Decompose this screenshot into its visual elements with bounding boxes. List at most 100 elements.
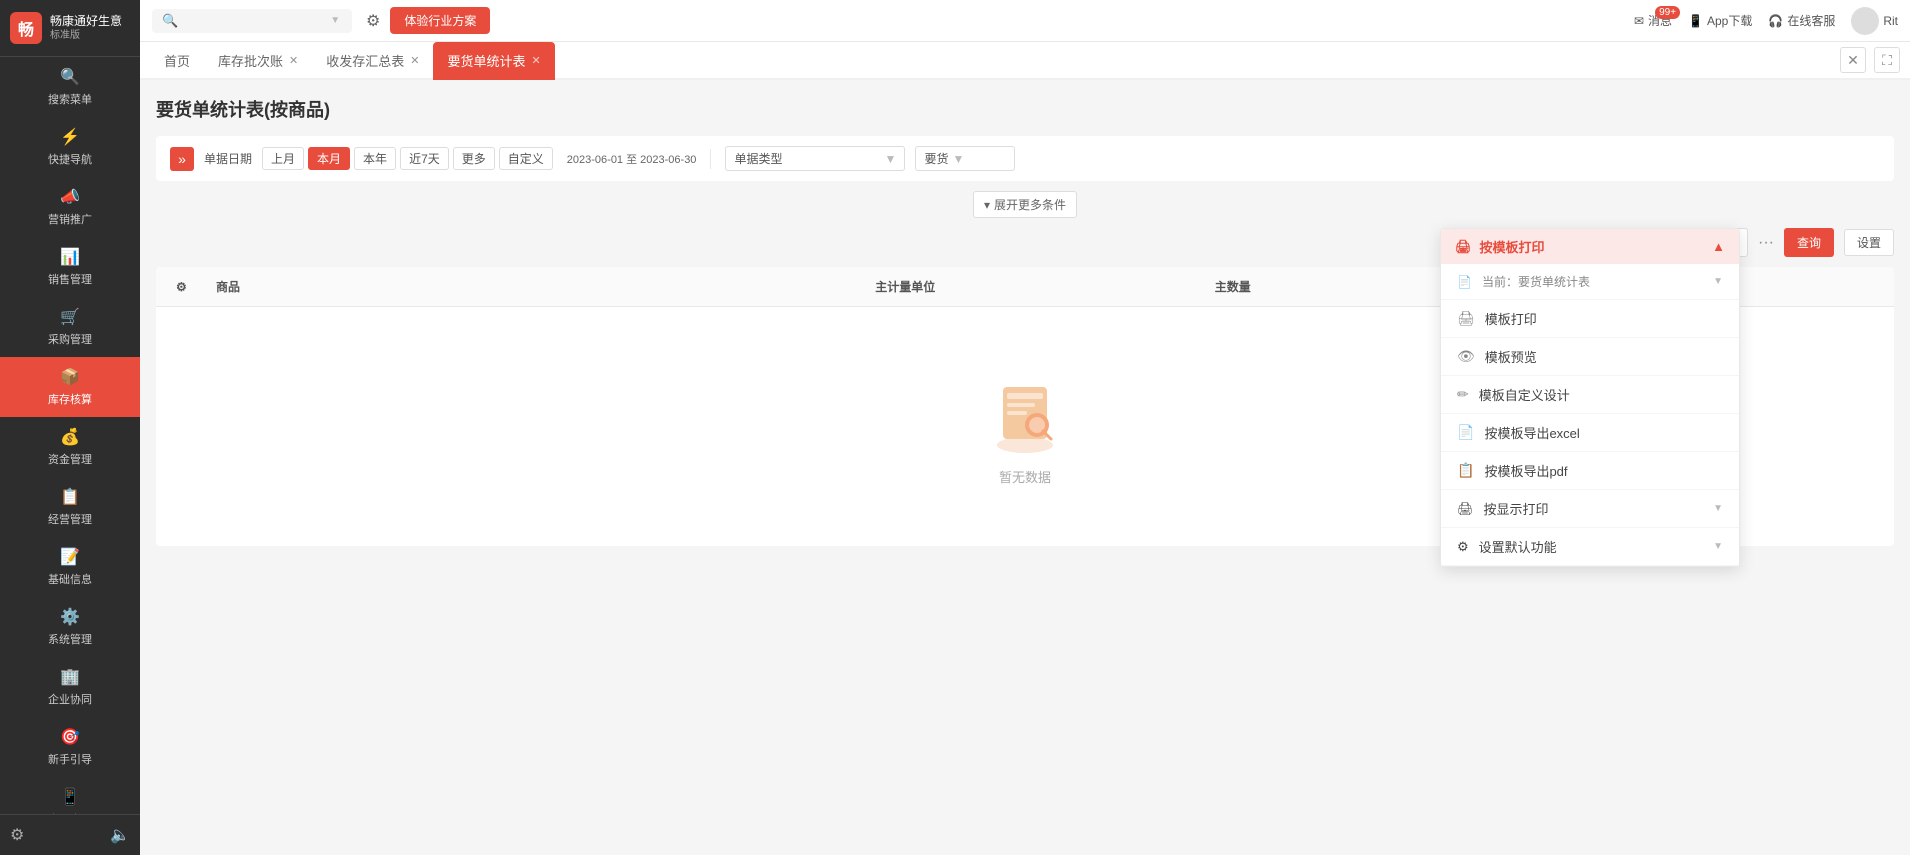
tab-receipt-summary-label: 收发存汇总表 [326, 51, 404, 70]
dropdown-item-template-print[interactable]: 🖨 模板打印 [1441, 300, 1739, 338]
sidebar-item-finance[interactable]: 💰 资金管理 [0, 417, 140, 477]
close-receipt-summary-icon[interactable]: ✕ [410, 54, 419, 67]
tab-receipt-summary[interactable]: 收发存汇总表 ✕ [312, 42, 433, 80]
sidebar-item-label: 营销推广 [48, 211, 92, 227]
online-support-item[interactable]: 🎧 在线客服 [1768, 12, 1835, 29]
gear-icon[interactable]: ⚙ [366, 11, 380, 31]
logo-icon: 畅 [10, 12, 42, 44]
sidebar-item-enterprise[interactable]: 🏢 企业协同 [0, 657, 140, 717]
sidebar-item-quick-nav[interactable]: ⚡ 快捷导航 [0, 117, 140, 177]
tab-home[interactable]: 首页 [150, 42, 204, 80]
sidebar: 畅 畅康通好生意 标准版 🔍 搜索菜单 ⚡ 快捷导航 📣 营销推广 📊 销售管理… [0, 0, 140, 855]
dropdown-item-template-preview[interactable]: 👁 模板预览 [1441, 338, 1739, 376]
support-icon: 🎧 [1768, 14, 1783, 28]
sidebar-item-purchase[interactable]: 🛒 采购管理 [0, 297, 140, 357]
print-dropdown: 🖨 按模板打印 ▲ 📄 当前：要货单统计表 ▼ 🖨 模板打印 👁 [1440, 228, 1740, 567]
date-btn-group: 上月 本月 本年 近7天 更多 自定义 [262, 147, 553, 170]
expand-more-button[interactable]: ▾ 展开更多条件 [973, 191, 1077, 218]
sound-footer-icon[interactable]: 🔈 [110, 825, 130, 845]
app-center-icon: 📱 [60, 787, 80, 807]
yaohuodian-icon: ▼ [952, 152, 964, 166]
dropdown-item-export-pdf[interactable]: 📋 按模板导出pdf [1441, 452, 1739, 490]
sidebar-item-label: 经营管理 [48, 511, 92, 527]
sidebar-item-label: 应用中心 [48, 811, 92, 814]
close-order-stats-icon[interactable]: ✕ [532, 54, 541, 67]
expand-more-chevron-icon: ▾ [984, 198, 990, 212]
sales-icon: 📊 [60, 247, 80, 267]
sidebar-item-sales[interactable]: 📊 销售管理 [0, 237, 140, 297]
trial-button[interactable]: 体验行业方案 [390, 7, 490, 34]
search-input[interactable] [184, 14, 324, 28]
sidebar-footer: ⚙ 🔈 [0, 814, 140, 855]
page-content: 要货单统计表(按商品) » 单据日期 上月 本月 本年 近7天 更多 自定义 2… [140, 80, 1910, 855]
yaohuodian-filter[interactable]: 要货 ▼ [915, 146, 1015, 171]
toolbar-more-icon[interactable]: ··· [1758, 234, 1774, 252]
template-custom-icon: ✏ [1457, 386, 1469, 403]
user-item[interactable]: Rit [1851, 7, 1898, 35]
dropdown-header-left: 🖨 按模板打印 [1455, 237, 1545, 256]
app-download-label: App下载 [1707, 12, 1752, 29]
topbar-right: ✉ 消息 99+ 📱 App下载 🎧 在线客服 Rit [1634, 7, 1898, 35]
export-excel-label: 按模板导出excel [1484, 423, 1579, 442]
dropdown-item-export-excel[interactable]: 📄 按模板导出excel [1441, 414, 1739, 452]
sidebar-item-operations[interactable]: 📋 经营管理 [0, 477, 140, 537]
tab-close-all-btn[interactable]: ✕ [1840, 47, 1866, 73]
filter-expand-icon[interactable]: » [170, 147, 194, 171]
sidebar-item-label: 资金管理 [48, 451, 92, 467]
template-print-label: 模板打印 [1485, 309, 1537, 328]
tab-fullscreen-btn[interactable]: ⛶ [1874, 47, 1900, 73]
order-type-select[interactable]: 单据类型 ▼ [725, 146, 905, 171]
dropdown-item-display-print[interactable]: 🖨 按显示打印 ▼ [1441, 490, 1739, 528]
date-btn-more[interactable]: 更多 [453, 147, 495, 170]
sidebar-item-beginner[interactable]: 🎯 新手引导 [0, 717, 140, 777]
topbar-search-area[interactable]: 🔍 ▼ [152, 9, 352, 33]
yaohuodian-label: 要货 [924, 150, 948, 167]
col-gear[interactable]: ⚙ [166, 280, 206, 294]
messages-item[interactable]: ✉ 消息 99+ [1634, 12, 1672, 29]
tab-inventory-batch[interactable]: 库存批次账 ✕ [204, 42, 312, 80]
avatar [1851, 7, 1879, 35]
sidebar-item-basic-info[interactable]: 📝 基础信息 [0, 537, 140, 597]
system-icon: ⚙️ [60, 607, 80, 627]
sidebar-item-label: 快捷导航 [48, 151, 92, 167]
settings-footer-icon[interactable]: ⚙ [10, 825, 24, 845]
tab-home-label: 首页 [164, 51, 190, 70]
empty-illustration [975, 367, 1075, 467]
sidebar-item-label: 基础信息 [48, 571, 92, 587]
sidebar-item-system[interactable]: ⚙️ 系统管理 [0, 597, 140, 657]
sidebar-item-search-menu[interactable]: 🔍 搜索菜单 [0, 57, 140, 117]
dropdown-item-set-default[interactable]: ⚙ 设置默认功能 ▼ [1441, 528, 1739, 566]
sidebar-item-inventory[interactable]: 📦 库存核算 [0, 357, 140, 417]
operations-icon: 📋 [60, 487, 80, 507]
dropdown-current-template[interactable]: 📄 当前：要货单统计表 ▼ [1441, 264, 1739, 300]
template-preview-icon: 👁 [1457, 348, 1475, 365]
close-inventory-batch-icon[interactable]: ✕ [289, 54, 298, 67]
sidebar-item-label: 采购管理 [48, 331, 92, 347]
date-btn-last7days[interactable]: 近7天 [400, 147, 449, 170]
purchase-icon: 🛒 [60, 307, 80, 327]
query-button[interactable]: 查询 [1784, 228, 1834, 257]
filter-bar: » 单据日期 上月 本月 本年 近7天 更多 自定义 2023-06-01 至 … [156, 136, 1894, 181]
date-btn-custom[interactable]: 自定义 [499, 147, 553, 170]
logo-text: 畅康通好生意 标准版 [50, 14, 122, 43]
date-btn-current-year[interactable]: 本年 [354, 147, 396, 170]
dropdown-item-display-print-left: 🖨 按显示打印 [1457, 499, 1549, 518]
current-template-icon: 📄 [1457, 275, 1472, 289]
template-print-icon: 🖨 [1457, 310, 1475, 327]
col-unit: 主计量单位 [865, 278, 1205, 295]
collapse-icon[interactable]: ▲ [1712, 239, 1725, 254]
marketing-icon: 📣 [60, 187, 80, 207]
date-btn-prev-month[interactable]: 上月 [262, 147, 304, 170]
app-download-item[interactable]: 📱 App下载 [1688, 12, 1752, 29]
date-btn-current-month[interactable]: 本月 [308, 147, 350, 170]
sidebar-item-marketing[interactable]: 📣 营销推广 [0, 177, 140, 237]
settings-button[interactable]: 设置 [1844, 229, 1894, 256]
display-print-icon: 🖨 [1457, 501, 1474, 517]
tab-order-stats[interactable]: 要货单统计表 ✕ [433, 42, 554, 80]
sidebar-item-label: 搜索菜单 [48, 91, 92, 107]
quick-nav-icon: ⚡ [60, 127, 80, 147]
sidebar-item-app-center[interactable]: 📱 应用中心 [0, 777, 140, 814]
set-default-icon: ⚙ [1457, 539, 1469, 555]
dropdown-header[interactable]: 🖨 按模板打印 ▲ [1441, 229, 1739, 264]
dropdown-item-template-custom[interactable]: ✏ 模板自定义设计 [1441, 376, 1739, 414]
